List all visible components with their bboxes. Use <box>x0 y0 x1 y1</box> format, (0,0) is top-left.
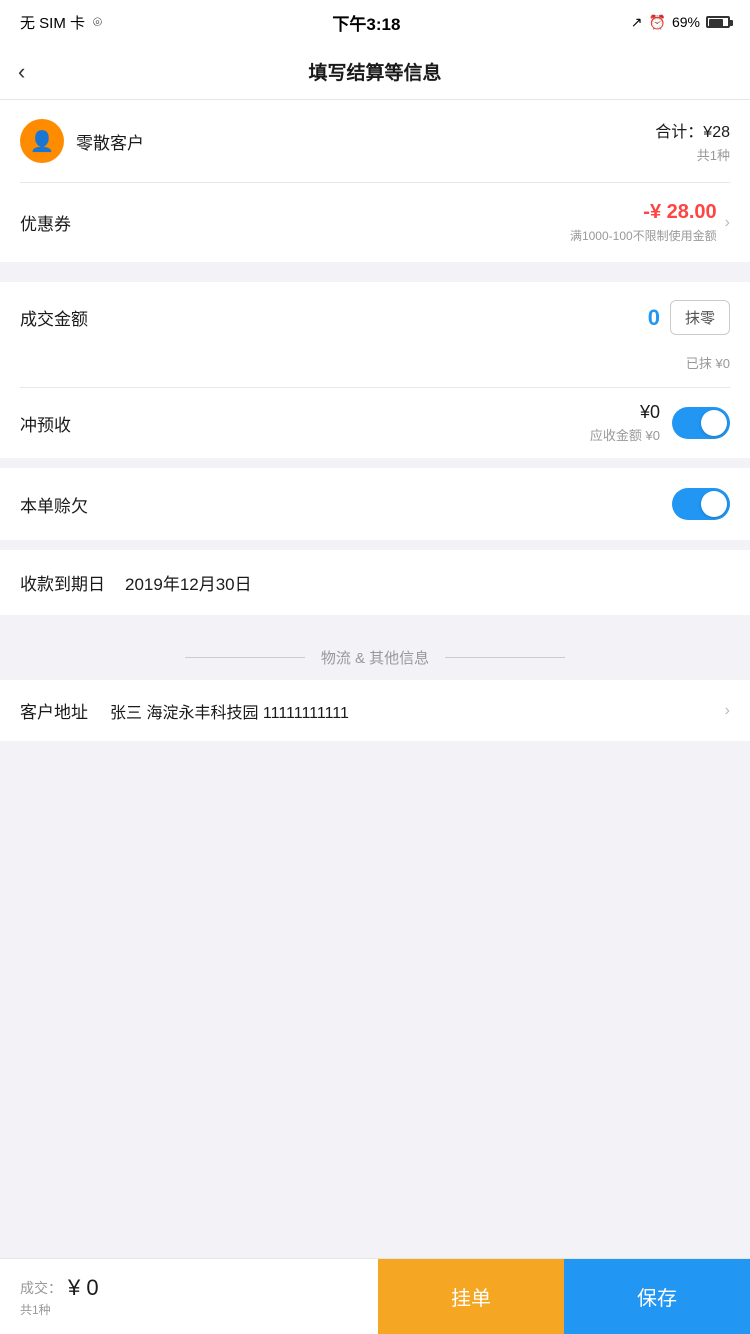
debt-toggle-thumb <box>701 491 727 517</box>
customer-total: 合计：¥28 共1种 <box>655 118 730 164</box>
deal-label: 成交： <box>20 1278 62 1298</box>
total-amount: 合计：¥28 <box>655 118 730 142</box>
location-icon: ↗ <box>631 14 643 31</box>
back-button[interactable]: ‹ <box>18 59 25 85</box>
save-button-label: 保存 <box>637 1282 677 1311</box>
logistics-header: 物流 & 其他信息 <box>0 647 750 668</box>
deal-amount: ¥ 0 <box>68 1275 99 1301</box>
coupon-right: -¥ 28.00 满1000-100不限制使用金额 › <box>570 201 730 244</box>
prepay-label: 冲预收 <box>20 411 71 436</box>
gray-sep-2 <box>0 458 750 468</box>
status-bar: 无 SIM 卡 ⌾ 下午3:18 ↗ ⏰ 69% <box>0 0 750 44</box>
ya-mo-row: 已抹 ¥0 <box>0 353 750 387</box>
nav-bar: ‹ 填写结算等信息 <box>0 44 750 100</box>
coupon-label: 优惠券 <box>20 210 71 235</box>
customer-row: 👤 零散客户 合计：¥28 共1种 <box>0 100 750 182</box>
battery-percent: 69% <box>672 14 700 30</box>
bottom-info: 成交： ¥ 0 共1种 <box>0 1275 378 1318</box>
toggle-thumb <box>701 410 727 436</box>
gray-sep-1 <box>0 272 750 282</box>
logistics-section: 物流 & 其他信息 <box>0 635 750 680</box>
chevron-right-icon: › <box>725 214 730 232</box>
logistics-title: 物流 & 其他信息 <box>321 647 429 668</box>
deal-count: 共1种 <box>20 1301 358 1318</box>
status-left: 无 SIM 卡 ⌾ <box>20 12 102 33</box>
hold-button[interactable]: 挂单 <box>378 1259 564 1334</box>
logistics-line-left <box>185 657 305 658</box>
status-time: 下午3:18 <box>332 10 400 35</box>
prepay-right: ¥0 应收金额 ¥0 <box>590 402 730 444</box>
debt-toggle[interactable] <box>672 488 730 520</box>
status-right: ↗ ⏰ 69% <box>631 14 730 31</box>
prepay-sub: 应收金额 ¥0 <box>590 425 660 444</box>
battery-icon <box>706 16 730 28</box>
address-value: 张三 海淀永丰科技园 11111111111 <box>110 699 725 723</box>
prepay-row: 冲预收 ¥0 应收金额 ¥0 <box>0 388 750 458</box>
transaction-row: 成交金额 抹零 <box>0 282 750 353</box>
transaction-label: 成交金额 <box>20 305 88 330</box>
customer-avatar: 👤 <box>20 119 64 163</box>
nav-title: 填写结算等信息 <box>308 58 441 85</box>
customer-card: 👤 零散客户 合计：¥28 共1种 优惠券 -¥ 28.00 满1000-100… <box>0 100 750 262</box>
transaction-input-wrap: 抹零 <box>600 300 730 335</box>
avatar-icon: 👤 <box>30 129 55 154</box>
round-zero-button[interactable]: 抹零 <box>670 300 730 335</box>
ya-mo-text: 已抹 ¥0 <box>686 356 730 371</box>
total-count: 共1种 <box>655 145 730 164</box>
coupon-desc: 满1000-100不限制使用金额 <box>570 227 717 244</box>
gray-sep-3 <box>0 625 750 635</box>
prepay-toggle[interactable] <box>672 407 730 439</box>
coupon-value: -¥ 28.00 满1000-100不限制使用金额 <box>570 201 717 244</box>
logistics-line-right <box>445 657 565 658</box>
coupon-row[interactable]: 优惠券 -¥ 28.00 满1000-100不限制使用金额 › <box>0 183 750 262</box>
due-date-value: 2019年12月30日 <box>125 570 252 595</box>
bottom-amount-row: 成交： ¥ 0 <box>20 1275 358 1301</box>
customer-left: 👤 零散客户 <box>20 119 144 163</box>
carrier-text: 无 SIM 卡 <box>20 12 85 33</box>
prepay-values: ¥0 应收金额 ¥0 <box>590 402 660 444</box>
save-button[interactable]: 保存 <box>564 1259 750 1334</box>
transaction-section: 成交金额 抹零 已抹 ¥0 冲预收 ¥0 应收金额 ¥0 <box>0 282 750 458</box>
transaction-input[interactable] <box>600 305 660 331</box>
coupon-amount: -¥ 28.00 <box>570 201 717 224</box>
alarm-icon: ⏰ <box>649 14 666 31</box>
address-label: 客户地址 <box>20 698 100 723</box>
content: 👤 零散客户 合计：¥28 共1种 优惠券 -¥ 28.00 满1000-100… <box>0 100 750 831</box>
debt-label: 本单赊欠 <box>20 492 88 517</box>
prepay-amount: ¥0 <box>590 402 660 423</box>
hold-button-label: 挂单 <box>451 1282 491 1311</box>
address-row[interactable]: 客户地址 张三 海淀永丰科技园 11111111111 › <box>0 680 750 741</box>
due-date-label: 收款到期日 <box>20 570 105 595</box>
bottom-bar: 成交： ¥ 0 共1种 挂单 保存 <box>0 1258 750 1334</box>
debt-row: 本单赊欠 <box>0 468 750 540</box>
address-chevron-icon: › <box>725 702 730 720</box>
customer-name: 零散客户 <box>76 129 144 154</box>
wifi-icon: ⌾ <box>93 14 102 31</box>
due-date-row: 收款到期日 2019年12月30日 <box>0 550 750 615</box>
